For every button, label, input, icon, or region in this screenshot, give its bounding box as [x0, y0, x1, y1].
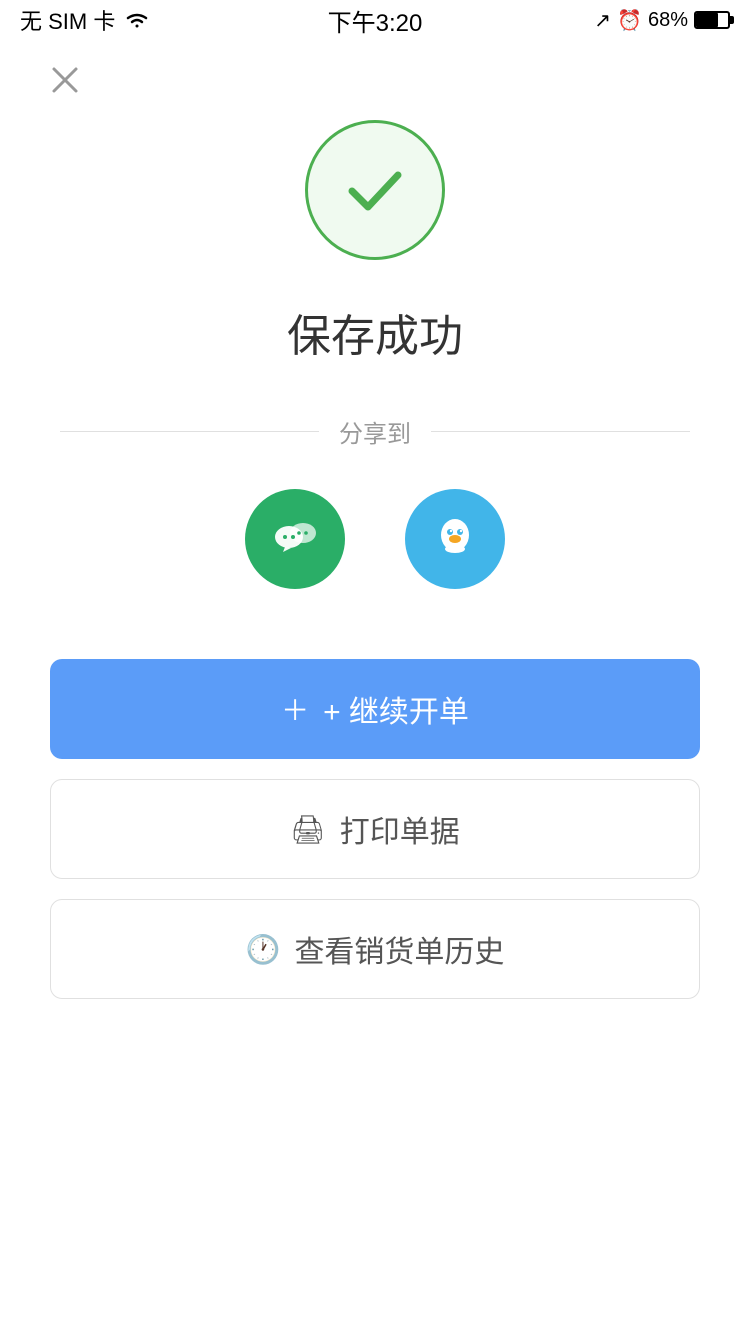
status-left: 无 SIM 卡	[20, 4, 151, 36]
history-button[interactable]: 🕐 查看销货单历史	[50, 899, 700, 999]
divider-right	[431, 431, 690, 432]
close-button[interactable]	[40, 55, 90, 105]
main-content: 保存成功 分享到	[0, 40, 750, 1334]
print-label: 打印单据	[340, 807, 460, 851]
alarm-icon: ⏰	[617, 8, 642, 33]
action-buttons: ＋ + 继续开单 🖨 打印单据 🕐 查看销货单历史	[0, 659, 750, 999]
no-sim-text: 无 SIM 卡	[20, 4, 115, 36]
close-icon	[50, 65, 80, 95]
share-label: 分享到	[319, 414, 431, 449]
share-divider: 分享到	[0, 414, 750, 449]
history-label: 查看销货单历史	[294, 927, 504, 971]
continue-order-label: + 继续开单	[323, 687, 469, 731]
divider-left	[60, 431, 319, 432]
wechat-share-button[interactable]	[245, 489, 345, 589]
location-icon: ↗	[594, 8, 611, 33]
battery-icon	[694, 11, 730, 29]
status-bar: 无 SIM 卡 下午3:20 ↗ ⏰ 68%	[0, 0, 750, 40]
print-button[interactable]: 🖨 打印单据	[50, 779, 700, 879]
wifi-icon	[123, 10, 151, 30]
share-row	[245, 489, 505, 589]
clock-icon: 🕐	[246, 933, 281, 966]
continue-order-button[interactable]: ＋ + 继续开单	[50, 659, 700, 759]
printer-icon: 🖨	[290, 813, 326, 846]
status-right: ↗ ⏰ 68%	[594, 8, 730, 33]
plus-icon: ＋	[281, 689, 309, 729]
wechat-icon	[265, 509, 325, 569]
qq-icon	[425, 509, 485, 569]
checkmark-icon	[340, 155, 410, 225]
success-circle	[305, 120, 445, 260]
status-time: 下午3:20	[328, 3, 423, 38]
qq-share-button[interactable]	[405, 489, 505, 589]
success-title: 保存成功	[287, 300, 463, 364]
battery-percent: 68%	[648, 9, 688, 32]
